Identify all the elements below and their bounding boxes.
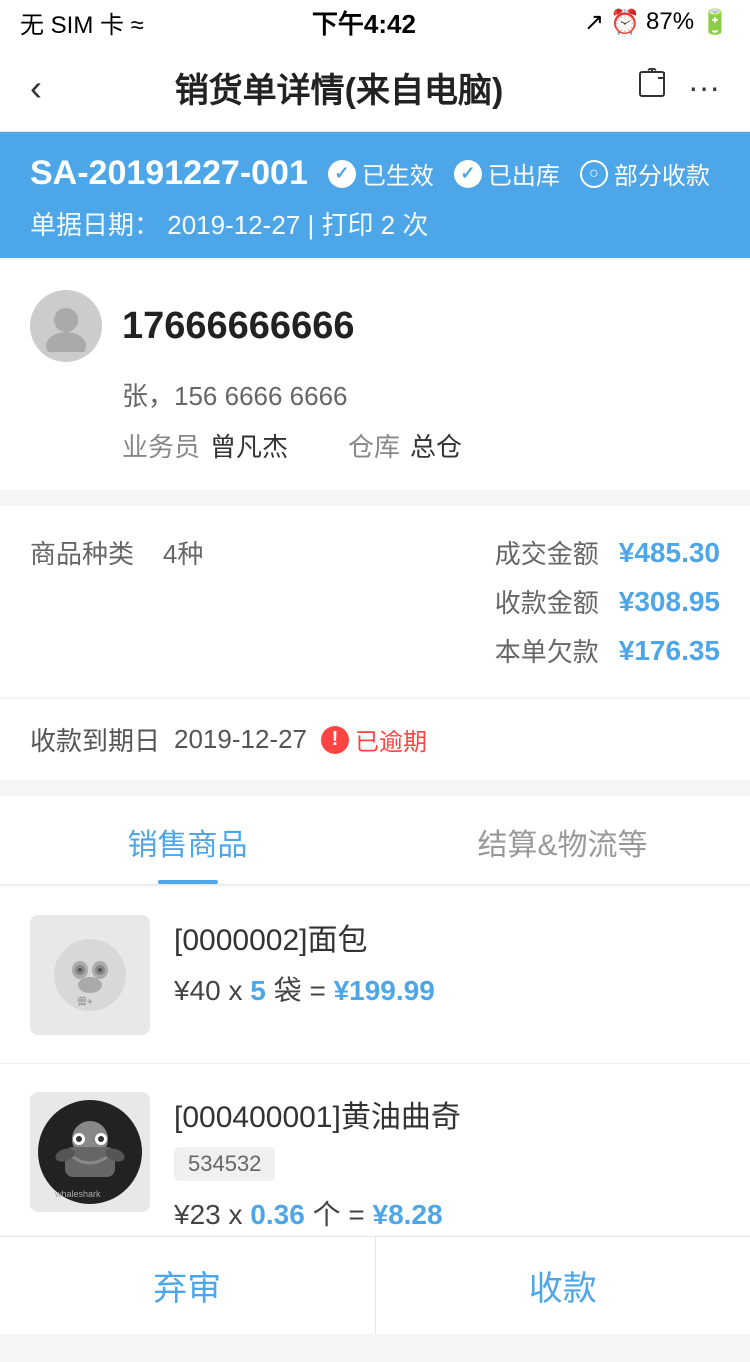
location-icon: ↗ (584, 8, 604, 37)
tab-products[interactable]: 销售商品 (0, 796, 375, 884)
more-icon[interactable]: ··· (688, 69, 720, 106)
customer-section: 17666666666 张，156 6666 6666 业务员 曾凡杰 仓库 总… (0, 260, 750, 490)
date-label: 单据日期： (30, 210, 160, 240)
products-list: 兽+ [0000002]面包 ¥40 x 5 袋 = ¥199.99 (0, 887, 750, 1262)
collect-payment-button[interactable]: 收款 (376, 1237, 750, 1334)
abandon-review-button[interactable]: 弃审 (0, 1237, 376, 1334)
battery-level: 87% (646, 8, 694, 36)
status-left: 无 SIM 卡 ≈ (20, 5, 144, 40)
status-time: 下午4:42 (312, 4, 416, 41)
svg-text:兽+: 兽+ (77, 995, 93, 1008)
total-2: ¥8.28 (373, 1199, 443, 1230)
goods-types-label: 商品种类 (30, 539, 134, 569)
tabs-section: 销售商品 结算&物流等 (0, 796, 750, 885)
product-name-1: [0000002]面包 (174, 915, 720, 959)
goods-types-item: 商品种类 4种 (30, 534, 203, 571)
debt-value: ¥176.35 (619, 635, 720, 667)
qty-1: 5 (250, 975, 266, 1006)
product-price-2: ¥23 x 0.36 个 = ¥8.28 (174, 1193, 720, 1233)
page-title: 销货单详情(来自电脑) (175, 63, 504, 112)
customer-meta: 业务员 曾凡杰 仓库 总仓 (122, 427, 720, 464)
warehouse-value: 总仓 (410, 427, 462, 464)
customer-row: 17666666666 (30, 290, 720, 362)
nav-actions: ··· (636, 68, 720, 108)
clock-icon: ○ (580, 160, 608, 188)
due-section: 收款到期日 2019-12-27 ! 已逾期 (0, 699, 750, 780)
price-base-1: ¥40 (174, 975, 221, 1006)
overdue-icon: ! (321, 726, 349, 754)
customer-account-id: 17666666666 (122, 305, 354, 348)
due-date-value: 2019-12-27 (174, 724, 307, 755)
price-base-2: ¥23 (174, 1199, 221, 1230)
warehouse-label: 仓库 (348, 427, 400, 464)
product-name-2: [000400001]黄油曲奇 (174, 1092, 720, 1136)
badge-active: ✓ 已生效 (328, 156, 434, 191)
status-bar: 无 SIM 卡 ≈ 下午4:42 ↗ ⏰ 87% 🔋 (0, 0, 750, 44)
collected-value: ¥308.95 (619, 586, 720, 618)
order-id: SA-20191227-001 (30, 154, 308, 193)
product-tag-2: 534532 (174, 1147, 275, 1181)
overdue-label: 已逾期 (355, 722, 427, 757)
tab-settlement[interactable]: 结算&物流等 (375, 796, 750, 884)
battery-icon: 🔋 (700, 8, 730, 37)
alarm-icon: ⏰ (610, 8, 640, 37)
stats-right: 成交金额 ¥485.30 收款金额 ¥308.95 本单欠款 ¥176.35 (495, 534, 720, 669)
product-price-1: ¥40 x 5 袋 = ¥199.99 (174, 969, 720, 1009)
nav-bar: ‹ 销货单详情(来自电脑) ··· (0, 44, 750, 132)
list-item: whaleshark [000400001]黄油曲奇 534532 ¥23 x … (0, 1064, 750, 1262)
salesperson-item: 业务员 曾凡杰 (122, 427, 288, 464)
salesperson-label: 业务员 (122, 427, 200, 464)
customer-sub: 张，156 6666 6666 (122, 376, 720, 413)
unit-1: 袋 (274, 975, 302, 1006)
order-date: 2019-12-27 (167, 210, 300, 240)
list-item: 兽+ [0000002]面包 ¥40 x 5 袋 = ¥199.99 (0, 887, 750, 1064)
order-id-row: SA-20191227-001 ✓ 已生效 ✓ 已出库 ○ 部分收款 (30, 154, 720, 193)
overdue-badge: ! 已逾期 (321, 722, 427, 757)
stats-section: 商品种类 4种 成交金额 ¥485.30 收款金额 ¥308.95 本单欠款 ¥… (0, 506, 750, 697)
warehouse-item: 仓库 总仓 (348, 427, 462, 464)
svg-text:whaleshark: whaleshark (54, 1189, 101, 1199)
avatar (30, 290, 102, 362)
header-banner: SA-20191227-001 ✓ 已生效 ✓ 已出库 ○ 部分收款 单据日期：… (0, 132, 750, 258)
print-info: | 打印 2 次 (307, 210, 428, 240)
check-icon-2: ✓ (454, 160, 482, 188)
debt-label: 本单欠款 (495, 632, 599, 669)
collected-label: 收款金额 (495, 583, 599, 620)
order-date-row: 单据日期： 2019-12-27 | 打印 2 次 (30, 205, 720, 242)
badge-partial-label: 部分收款 (614, 156, 710, 191)
total-1: ¥199.99 (334, 975, 435, 1006)
badge-shipped: ✓ 已出库 (454, 156, 560, 191)
back-button[interactable]: ‹ (30, 67, 42, 109)
unit-2: 个 (313, 1199, 341, 1230)
salesperson-value: 曾凡杰 (210, 427, 288, 464)
sim-status: 无 SIM 卡 ≈ (20, 5, 144, 40)
product-info-2: [000400001]黄油曲奇 534532 ¥23 x 0.36 个 = ¥8… (174, 1092, 720, 1233)
badge-partial: ○ 部分收款 (580, 156, 710, 191)
product-image-1: 兽+ (30, 915, 150, 1035)
product-info-1: [0000002]面包 ¥40 x 5 袋 = ¥199.99 (174, 915, 720, 1009)
product-image-2: whaleshark (30, 1092, 150, 1212)
debt-row: 本单欠款 ¥176.35 (495, 632, 720, 669)
qty-2: 0.36 (250, 1199, 305, 1230)
goods-types-value: 4种 (163, 539, 203, 569)
bottom-bar: 弃审 收款 (0, 1236, 750, 1334)
deal-amount-row: 成交金额 ¥485.30 (495, 534, 720, 571)
share-icon[interactable] (636, 68, 668, 108)
stats-left: 商品种类 4种 (30, 534, 203, 571)
collected-row: 收款金额 ¥308.95 (495, 583, 720, 620)
badge-active-label: 已生效 (362, 156, 434, 191)
deal-amount-label: 成交金额 (495, 534, 599, 571)
deal-amount-value: ¥485.30 (619, 537, 720, 569)
badge-shipped-label: 已出库 (488, 156, 560, 191)
check-icon-1: ✓ (328, 160, 356, 188)
due-date-label: 收款到期日 (30, 721, 160, 758)
status-right: ↗ ⏰ 87% 🔋 (584, 8, 730, 37)
